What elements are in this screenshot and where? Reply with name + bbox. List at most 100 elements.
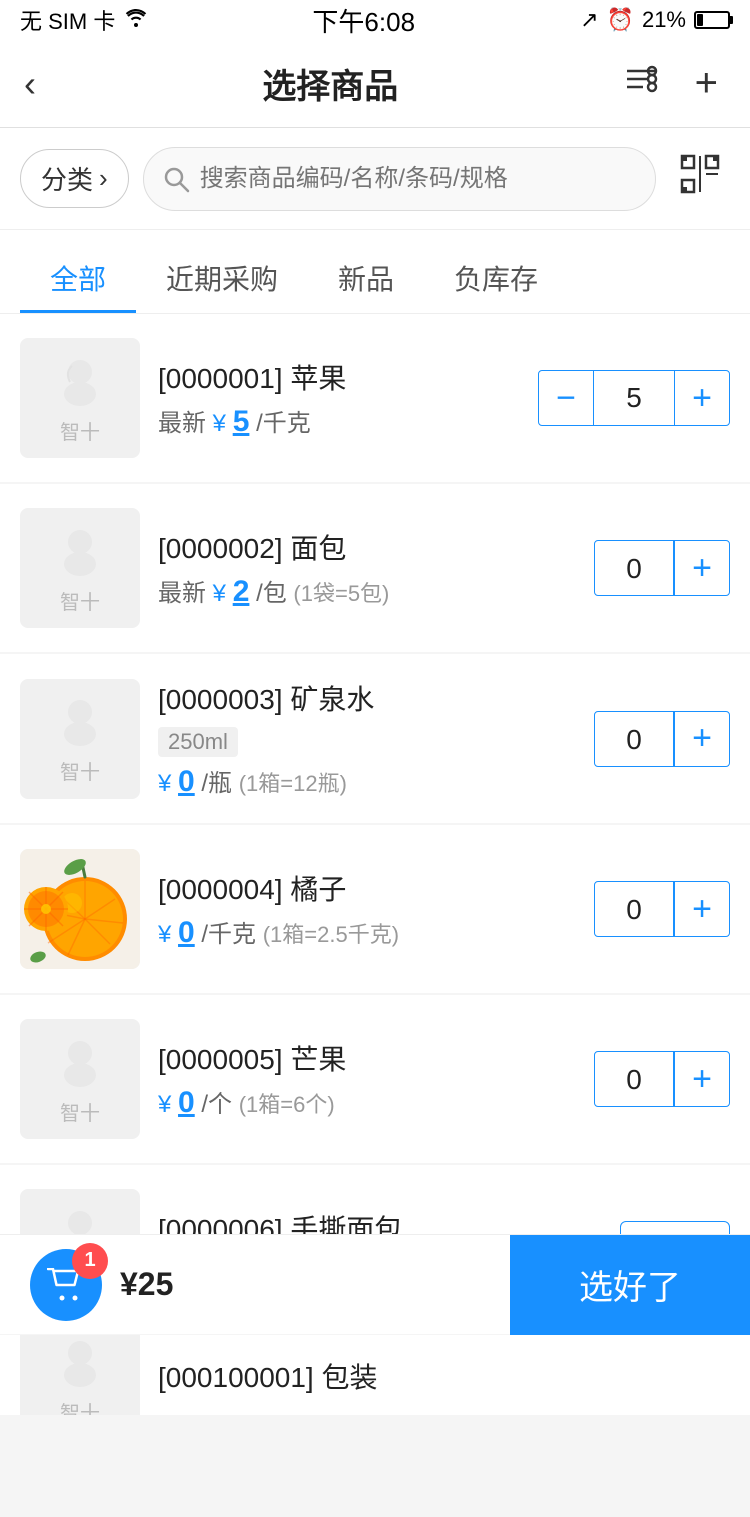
quantity-increase-button[interactable]: + [674,370,730,426]
price-unit: /千克 [256,410,311,437]
price-currency: ¥ [158,921,171,948]
status-bar: 无 SIM 卡 下午6:08 ↗ ⏰ 21% [0,0,750,40]
quantity-display: 0 [594,711,674,767]
carrier-label: 无 SIM 卡 [20,4,115,36]
location-icon: ↗ [580,7,598,33]
scan-icon[interactable] [670,144,730,213]
page-title: 选择商品 [262,59,398,108]
cart-icon[interactable]: 1 [30,1249,102,1321]
price-label: 最新 [158,580,213,607]
product-thumbnail [20,849,140,969]
price-label: 最新 [158,410,213,437]
product-name: [000100001] 包装 [158,1356,730,1396]
price-unit: /个 [201,1091,232,1118]
confirm-button[interactable]: 选好了 [510,1235,750,1335]
orange-image [20,849,140,969]
quantity-display: 0 [594,1051,674,1107]
product-info: [0000002] 面包 最新 ¥ 2 /包 (1袋=5包) [158,527,576,609]
price-value: 2 [233,575,250,608]
product-thumbnail: 智十 [20,1019,140,1139]
brand-text: 智十 [60,416,100,445]
brand-text: 智十 [60,586,100,615]
product-price: ¥ 0 /个 (1箱=6个) [158,1084,576,1120]
placeholder-image: 智十 [20,338,140,458]
add-icon[interactable]: + [687,53,726,114]
wifi-icon [125,7,147,33]
placeholder-image: 智十 [20,508,140,628]
product-thumbnail: 智十 [20,679,140,799]
nav-bar: ‹ 选择商品 + [0,40,750,128]
product-price: 最新 ¥ 5 /千克 [158,403,520,439]
tab-all[interactable]: 全部 [20,246,136,313]
brand-text: 智十 [60,1397,100,1416]
quantity-control: 0 + [594,1051,730,1107]
product-info: [0000001] 苹果 最新 ¥ 5 /千克 [158,357,520,439]
brand-text: 智十 [60,1097,100,1126]
price-unit: /瓶 [201,770,232,797]
tabs-row: 全部 近期采购 新品 负库存 [0,230,750,314]
category-chevron-icon: › [99,163,108,194]
tab-negative[interactable]: 负库存 [424,246,568,313]
list-item: 智十 [0000003] 矿泉水 250ml ¥ 0 /瓶 (1箱=12瓶) 0… [0,654,750,823]
cart-section: 1 ¥25 [0,1249,510,1321]
category-button[interactable]: 分类 › [20,149,129,208]
search-box [143,147,656,211]
tab-new[interactable]: 新品 [308,246,424,313]
status-bar-time: 下午6:08 [312,2,415,39]
status-bar-left: 无 SIM 卡 [20,4,147,36]
product-spec: 250ml [158,727,238,757]
filter-icon[interactable] [615,53,667,114]
quantity-increase-button[interactable]: + [674,540,730,596]
battery-icon [694,11,730,29]
list-item: 智十 [000100001] 包装 [0,1335,750,1415]
product-info: [0000005] 芒果 ¥ 0 /个 (1箱=6个) [158,1038,576,1120]
quantity-increase-button[interactable]: + [674,711,730,767]
tab-recent[interactable]: 近期采购 [136,246,308,313]
price-unit-info: (1箱=2.5千克) [263,922,399,947]
price-currency: ¥ [158,1091,171,1118]
product-info: [000100001] 包装 [158,1356,730,1402]
list-item: [0000004] 橘子 ¥ 0 /千克 (1箱=2.5千克) 0 + [0,825,750,993]
list-item: 智十 [0000002] 面包 最新 ¥ 2 /包 (1袋=5包) 0 + [0,484,750,652]
filter-row: 分类 › [0,128,750,230]
price-value: 0 [178,916,195,949]
list-item: 智十 [0000005] 芒果 ¥ 0 /个 (1箱=6个) 0 + [0,995,750,1163]
product-price: 最新 ¥ 2 /包 (1袋=5包) [158,573,576,609]
price-unit-info: (1箱=6个) [239,1092,335,1117]
price-value: 0 [178,765,195,798]
list-item: 智十 [0000001] 苹果 最新 ¥ 5 /千克 − + [0,314,750,482]
bottom-bar: 1 ¥25 选好了 [0,1234,750,1334]
product-info: [0000003] 矿泉水 250ml ¥ 0 /瓶 (1箱=12瓶) [158,678,576,799]
cart-badge: 1 [72,1243,108,1279]
quantity-control: 0 + [594,881,730,937]
quantity-increase-button[interactable]: + [674,1051,730,1107]
price-currency: ¥ [213,580,226,607]
price-unit: /千克 [201,921,256,948]
alarm-icon: ⏰ [607,7,634,33]
category-label: 分类 [41,160,93,197]
placeholder-image: 智十 [20,679,140,799]
quantity-input[interactable] [594,370,674,426]
product-name: [0000004] 橘子 [158,868,576,908]
quantity-control: − + [538,370,730,426]
status-bar-right: ↗ ⏰ 21% [580,7,730,33]
price-unit: /包 [256,580,287,607]
price-currency: ¥ [158,770,171,797]
placeholder-image: 智十 [20,1019,140,1139]
nav-actions: + [615,53,726,114]
product-price: ¥ 0 /瓶 (1箱=12瓶) [158,763,576,799]
price-value: 0 [178,1086,195,1119]
search-input[interactable] [200,165,637,193]
product-thumbnail: 智十 [20,338,140,458]
quantity-increase-button[interactable]: + [674,881,730,937]
product-name: [0000003] 矿泉水 [158,678,576,718]
product-price: ¥ 0 /千克 (1箱=2.5千克) [158,914,576,950]
price-currency: ¥ [213,410,226,437]
brand-text: 智十 [60,756,100,785]
back-button[interactable]: ‹ [14,53,46,115]
quantity-decrease-button[interactable]: − [538,370,594,426]
product-name: [0000005] 芒果 [158,1038,576,1078]
product-info: [0000004] 橘子 ¥ 0 /千克 (1箱=2.5千克) [158,868,576,950]
product-thumbnail: 智十 [20,508,140,628]
battery-label: 21% [642,7,686,33]
